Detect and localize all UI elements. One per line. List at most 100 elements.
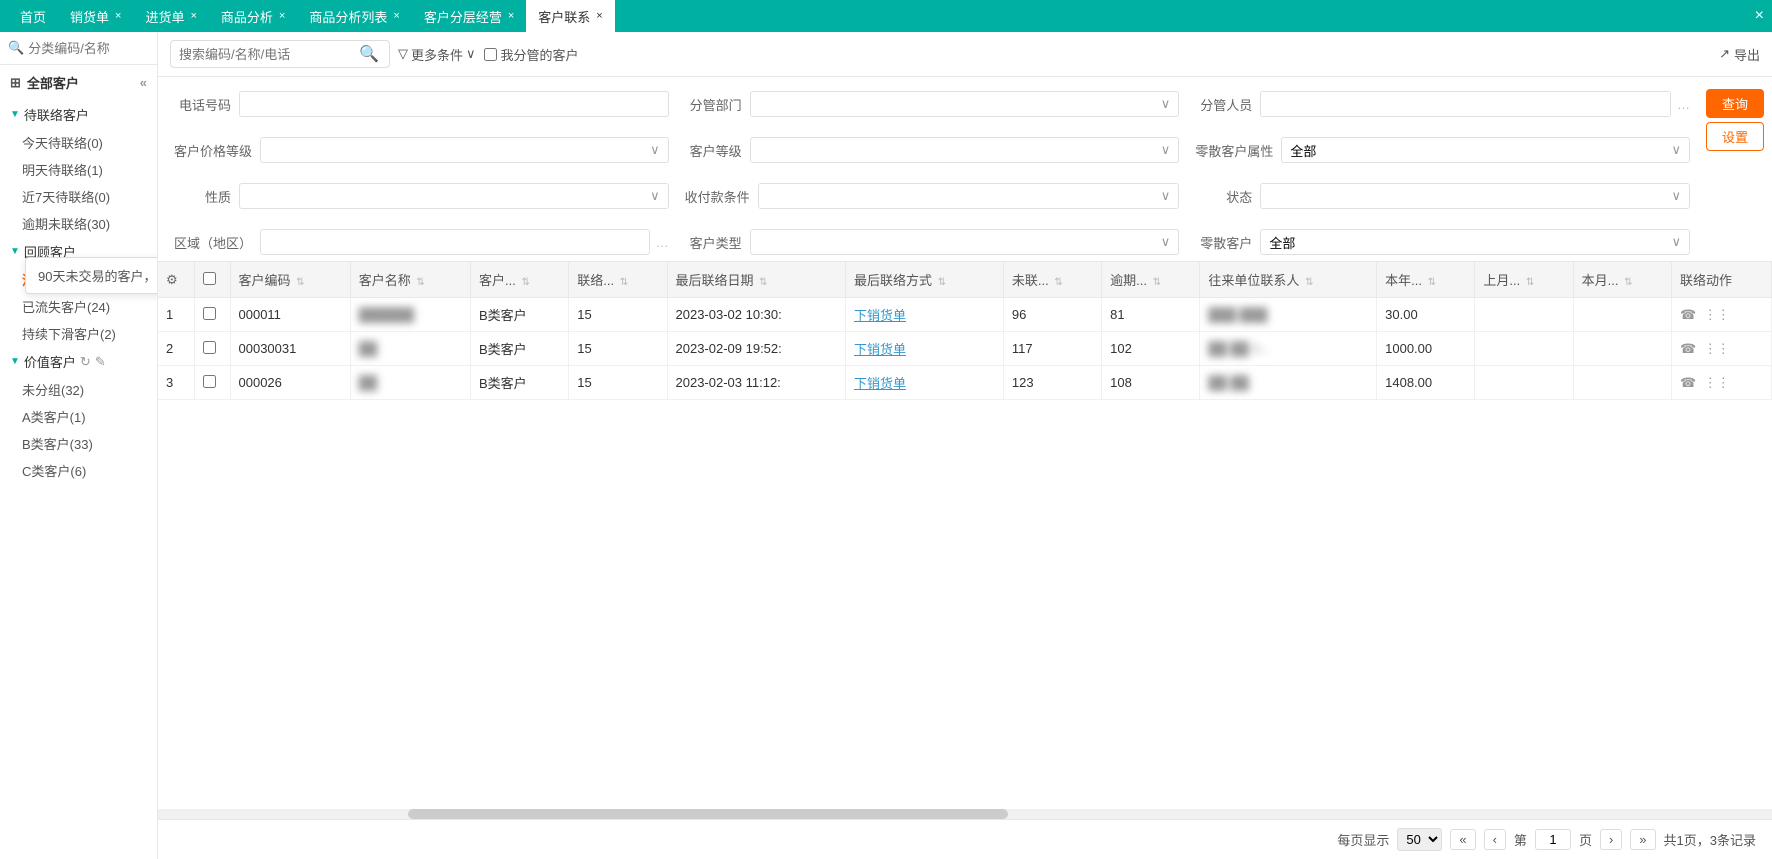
payment-select[interactable]: ∨ [758,183,1180,209]
sort-icon-contact[interactable]: ⇅ [620,277,628,288]
more-conditions-button[interactable]: ▽ 更多条件 ∨ [398,45,476,64]
sidebar-item-tomorrow[interactable]: 明天待联络(1) [0,156,157,183]
sidebar-all-customers[interactable]: ⊞ 全部客户 « [0,65,157,100]
nav-tab-analysis-list[interactable]: 商品分析列表 × [297,0,411,32]
sort-icon-lastmethod[interactable]: ⇅ [938,277,946,288]
area-more-icon[interactable]: … [656,235,669,250]
sidebar-group-review[interactable]: ▼ 回顾客户 [0,237,157,266]
search-button[interactable]: 🔍 [357,44,381,64]
action-more-icon[interactable]: ⋮⋮ [1704,341,1730,356]
sidebar-item-churn-warning[interactable]: 流失预警客户(3) [0,266,157,293]
nav-tab-customer-layer-close[interactable]: × [508,10,514,22]
status-select[interactable]: ∨ [1260,183,1690,209]
zero-attr-select[interactable]: 全部 ∨ [1281,137,1690,163]
my-customers-check[interactable] [484,48,497,61]
row-check-2[interactable] [203,375,216,388]
nav-tab-customer-layer[interactable]: 客户分层经营 × [412,0,526,32]
row-actions[interactable]: ☎ ⋮⋮ [1671,332,1771,366]
sort-icon-code[interactable]: ⇅ [296,277,304,288]
sidebar-item-7days[interactable]: 近7天待联络(0) [0,183,157,210]
last-page-button[interactable]: » [1630,829,1655,850]
area-input[interactable] [260,229,650,255]
nav-tab-sales[interactable]: 销货单 × [58,0,133,32]
sidebar-item-class-c[interactable]: C类客户(6) [0,457,157,484]
zero-customer-select[interactable]: 全部 ∨ [1260,229,1690,255]
sort-icon-last-month[interactable]: ⇅ [1526,277,1534,288]
sidebar-search-input[interactable] [28,41,158,56]
phone-input[interactable] [239,91,669,117]
prev-page-button[interactable]: ‹ [1484,829,1506,850]
row-last-method[interactable]: 下销货单 [846,298,1004,332]
sort-icon-lastdate[interactable]: ⇅ [759,277,767,288]
nav-tab-analysis-close[interactable]: × [279,10,285,22]
sidebar-group-pending[interactable]: ▼ 待联络客户 [0,100,157,129]
price-level-select[interactable]: ∨ [260,137,669,163]
manager-more-icon[interactable]: … [1677,97,1690,112]
action-phone-icon[interactable]: ☎ [1680,341,1696,356]
sort-icon-overdue[interactable]: ⇅ [1153,277,1161,288]
status-arrow-icon: ∨ [1671,188,1681,204]
nav-tab-analysis[interactable]: 商品分析 × [209,0,297,32]
col-checkbox[interactable] [194,262,230,298]
settings-button[interactable]: 设置 [1706,122,1764,151]
collapse-icon[interactable]: « [140,75,147,90]
nav-tab-customer-contact[interactable]: 客户联系 × [526,0,614,32]
search-box[interactable]: 🔍 [170,40,390,68]
customer-type-select[interactable]: ∨ [750,229,1180,255]
edit-icon[interactable]: ✎ [95,354,106,370]
manager-input[interactable] [1260,91,1671,117]
sidebar-item-ungrouped[interactable]: 未分组(32) [0,376,157,403]
row-actions[interactable]: ☎ ⋮⋮ [1671,298,1771,332]
row-last-method[interactable]: 下销货单 [846,332,1004,366]
table-settings-icon[interactable]: ⚙ [166,272,178,287]
close-all-button[interactable]: × [1755,7,1764,25]
sidebar-item-churned[interactable]: 已流失客户(24) [0,293,157,320]
page-input[interactable] [1535,829,1571,850]
row-check-1[interactable] [203,341,216,354]
sort-icon-name[interactable]: ⇅ [416,277,424,288]
per-page-select[interactable]: 50 [1397,828,1442,851]
sort-icon-unlisted[interactable]: ⇅ [1054,277,1062,288]
nav-tab-sales-close[interactable]: × [115,10,121,22]
row-checkbox[interactable] [194,332,230,366]
refresh-icon[interactable]: ↻ [80,354,91,370]
row-checkbox[interactable] [194,366,230,400]
sort-icon-contact-person[interactable]: ⇅ [1305,277,1313,288]
action-more-icon[interactable]: ⋮⋮ [1704,375,1730,390]
nav-tab-purchase-close[interactable]: × [190,10,196,22]
horizontal-scrollbar[interactable] [158,809,1772,819]
row-last-method[interactable]: 下销货单 [846,366,1004,400]
search-input[interactable] [179,47,357,62]
row-checkbox[interactable] [194,298,230,332]
action-phone-icon[interactable]: ☎ [1680,307,1696,322]
action-phone-icon[interactable]: ☎ [1680,375,1696,390]
query-button[interactable]: 查询 [1706,89,1764,118]
export-button[interactable]: ↗ 导出 [1719,45,1760,64]
sidebar-item-class-b[interactable]: B类客户(33) [0,430,157,457]
nature-select[interactable]: ∨ [239,183,669,209]
sidebar-item-declining[interactable]: 持续下滑客户(2) [0,320,157,347]
action-more-icon[interactable]: ⋮⋮ [1704,307,1730,322]
sort-icon-this-year[interactable]: ⇅ [1428,277,1436,288]
customer-level-select[interactable]: ∨ [750,137,1180,163]
scroll-thumb[interactable] [408,809,1008,819]
col-settings[interactable]: ⚙ [158,262,194,298]
sidebar-group-value[interactable]: ▼ 价值客户 ↻ ✎ [0,347,157,376]
sort-icon-type[interactable]: ⇅ [521,277,529,288]
my-customers-checkbox[interactable]: 我分管的客户 [484,45,579,64]
sidebar-item-today[interactable]: 今天待联络(0) [0,129,157,156]
row-check-0[interactable] [203,307,216,320]
nav-tab-home[interactable]: 首页 [8,0,58,32]
nav-tab-analysis-list-close[interactable]: × [393,10,399,22]
sidebar-item-overdue-contact[interactable]: 逾期未联络(30) [0,210,157,237]
first-page-button[interactable]: « [1450,829,1475,850]
next-page-button[interactable]: › [1600,829,1622,850]
dept-select[interactable]: ∨ [750,91,1180,117]
sort-icon-this-month[interactable]: ⇅ [1624,277,1632,288]
select-all-checkbox[interactable] [203,272,216,285]
sidebar-item-class-a[interactable]: A类客户(1) [0,403,157,430]
row-actions[interactable]: ☎ ⋮⋮ [1671,366,1771,400]
nav-tab-customer-contact-close[interactable]: × [596,10,602,22]
nav-tab-purchase[interactable]: 进货单 × [133,0,208,32]
row-index: 3 [158,366,194,400]
